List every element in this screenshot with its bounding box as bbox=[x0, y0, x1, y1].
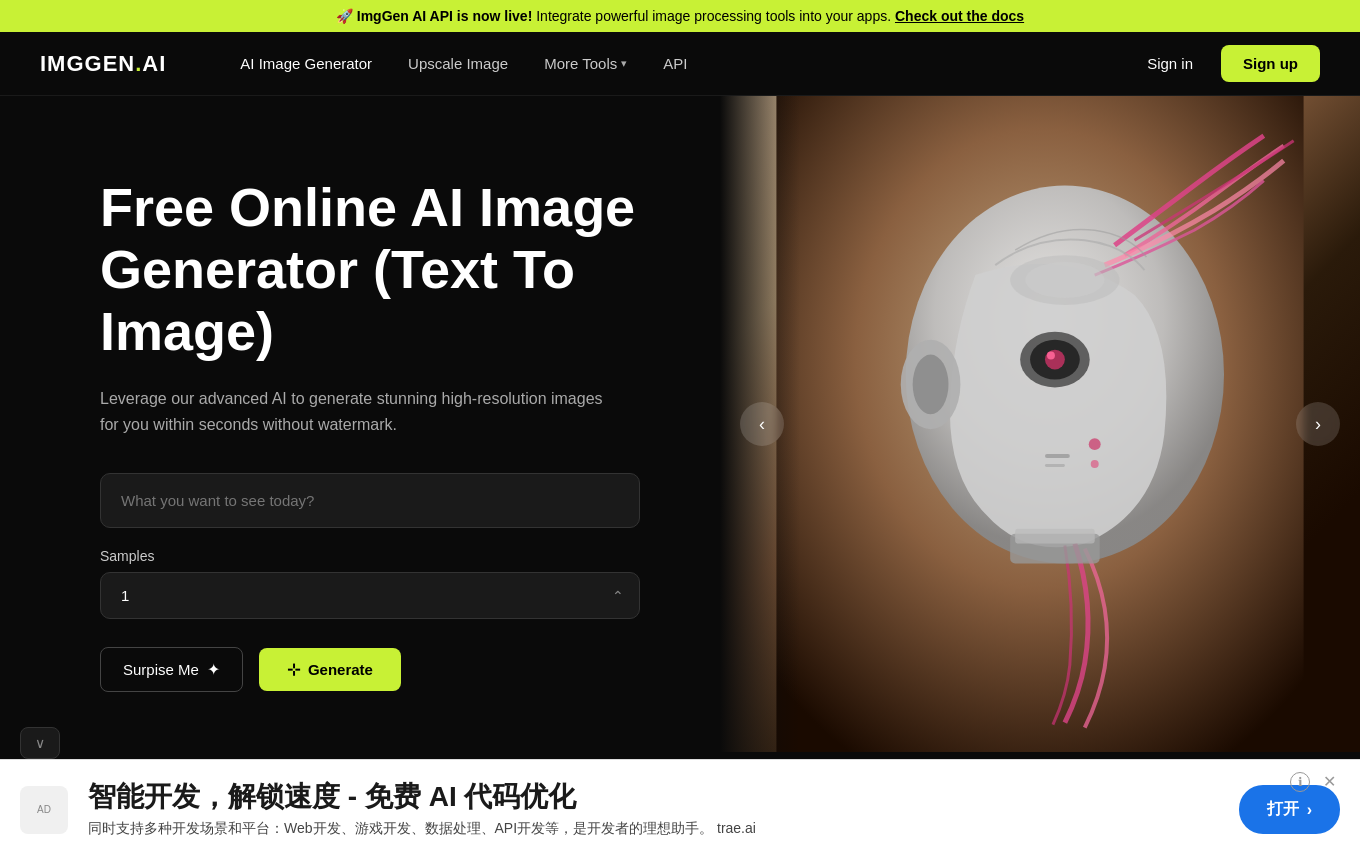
navbar-actions: Sign in Sign up bbox=[1131, 45, 1320, 82]
signup-button[interactable]: Sign up bbox=[1221, 45, 1320, 82]
svg-point-12 bbox=[1089, 438, 1101, 450]
logo-dot: . bbox=[135, 51, 142, 76]
svg-point-11 bbox=[1025, 262, 1105, 298]
hero-image bbox=[720, 96, 1360, 752]
nav-api[interactable]: API bbox=[649, 47, 701, 80]
hero-image-container: ‹ › bbox=[720, 96, 1360, 752]
samples-select-wrap: 1 2 3 4 ⌃ bbox=[100, 572, 640, 619]
svg-rect-15 bbox=[1045, 464, 1065, 467]
hero-title: Free Online AI Image Generator (Text To … bbox=[100, 176, 660, 362]
nav-upscale-image[interactable]: Upscale Image bbox=[394, 47, 522, 80]
banner-link[interactable]: Check out the docs bbox=[895, 8, 1024, 24]
carousel-prev-icon: ‹ bbox=[759, 414, 765, 435]
top-banner: 🚀 ImgGen AI API is now live! Integrate p… bbox=[0, 0, 1360, 32]
sparkle-icon: ✦ bbox=[207, 660, 220, 679]
banner-desc: Integrate powerful image processing tool… bbox=[536, 8, 891, 24]
samples-select[interactable]: 1 2 3 4 bbox=[100, 572, 640, 619]
nav-more-tools[interactable]: More Tools ▾ bbox=[530, 47, 641, 80]
nav-links: AI Image Generator Upscale Image More To… bbox=[226, 47, 1131, 80]
generate-button[interactable]: ⊹ Generate bbox=[259, 648, 401, 691]
banner-rocket: 🚀 bbox=[336, 8, 353, 24]
svg-point-4 bbox=[1045, 350, 1065, 370]
banner-bold: ImgGen AI API is now live! bbox=[357, 8, 533, 24]
robot-illustration bbox=[720, 96, 1360, 752]
navbar: IMGGEN.AI AI Image Generator Upscale Ima… bbox=[0, 32, 1360, 96]
carousel-prev-button[interactable]: ‹ bbox=[740, 402, 784, 446]
carousel-next-icon: › bbox=[1315, 414, 1321, 435]
expand-button[interactable]: ∨ bbox=[20, 727, 60, 752]
signin-button[interactable]: Sign in bbox=[1131, 47, 1209, 80]
surprise-me-label: Surpise Me bbox=[123, 661, 199, 678]
prompt-input[interactable] bbox=[100, 473, 640, 528]
samples-label: Samples bbox=[100, 548, 660, 564]
action-row: Surpise Me ✦ ⊹ Generate bbox=[100, 647, 660, 692]
svg-point-5 bbox=[1047, 352, 1055, 360]
hero-description: Leverage our advanced AI to generate stu… bbox=[100, 386, 620, 437]
logo[interactable]: IMGGEN.AI bbox=[40, 51, 166, 77]
surprise-me-button[interactable]: Surpise Me ✦ bbox=[100, 647, 243, 692]
svg-rect-14 bbox=[1045, 454, 1070, 458]
svg-point-7 bbox=[913, 355, 949, 415]
hero-right: ‹ › bbox=[720, 96, 1360, 752]
main-content: Free Online AI Image Generator (Text To … bbox=[0, 96, 1360, 752]
hero-left: Free Online AI Image Generator (Text To … bbox=[0, 96, 720, 752]
generate-icon: ⊹ bbox=[287, 660, 300, 679]
generate-label: Generate bbox=[308, 661, 373, 678]
carousel-next-button[interactable]: › bbox=[1296, 402, 1340, 446]
chevron-down-icon: ∨ bbox=[35, 735, 45, 751]
chevron-down-icon: ▾ bbox=[621, 57, 627, 70]
svg-rect-9 bbox=[1015, 529, 1095, 544]
nav-ai-image-generator[interactable]: AI Image Generator bbox=[226, 47, 386, 80]
svg-point-13 bbox=[1091, 460, 1099, 468]
nav-more-tools-label: More Tools bbox=[544, 55, 617, 72]
